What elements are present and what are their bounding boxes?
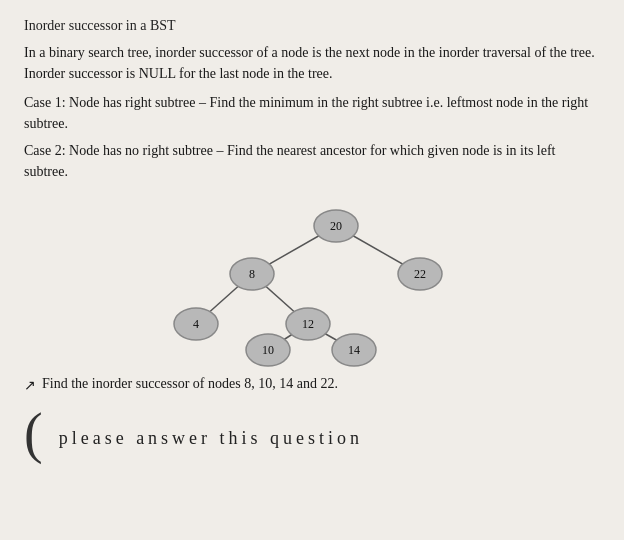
svg-text:8: 8: [249, 267, 255, 281]
handwritten-area: ( please answer this question: [24, 405, 600, 461]
node-10: 10: [246, 334, 290, 366]
svg-text:20: 20: [330, 219, 342, 233]
case-1: Case 1: Node has right subtree – Find th…: [24, 92, 600, 134]
node-12: 12: [286, 308, 330, 340]
question-text: Find the inorder successor of nodes 8, 1…: [42, 376, 338, 392]
svg-text:10: 10: [262, 343, 274, 357]
svg-text:12: 12: [302, 317, 314, 331]
node-20: 20: [314, 210, 358, 242]
svg-text:4: 4: [193, 317, 199, 331]
bracket-symbol: (: [24, 405, 43, 461]
node-4: 4: [174, 308, 218, 340]
page-title: Inorder successor in a BST: [24, 18, 600, 34]
paragraph-1: In a binary search tree, inorder success…: [24, 42, 600, 84]
question-line: ↗ Find the inorder successor of nodes 8,…: [24, 376, 600, 393]
svg-text:22: 22: [414, 267, 426, 281]
node-14: 14: [332, 334, 376, 366]
case-2: Case 2: Node has no right subtree – Find…: [24, 140, 600, 182]
arrow-icon: ↗: [24, 377, 36, 394]
tree-svg: 20 8 22 4 12 10 14: [24, 196, 600, 366]
node-8: 8: [230, 258, 274, 290]
node-22: 22: [398, 258, 442, 290]
svg-text:14: 14: [348, 343, 360, 357]
bst-diagram: 20 8 22 4 12 10 14: [24, 196, 600, 366]
handwritten-text: please answer this question: [49, 428, 363, 449]
